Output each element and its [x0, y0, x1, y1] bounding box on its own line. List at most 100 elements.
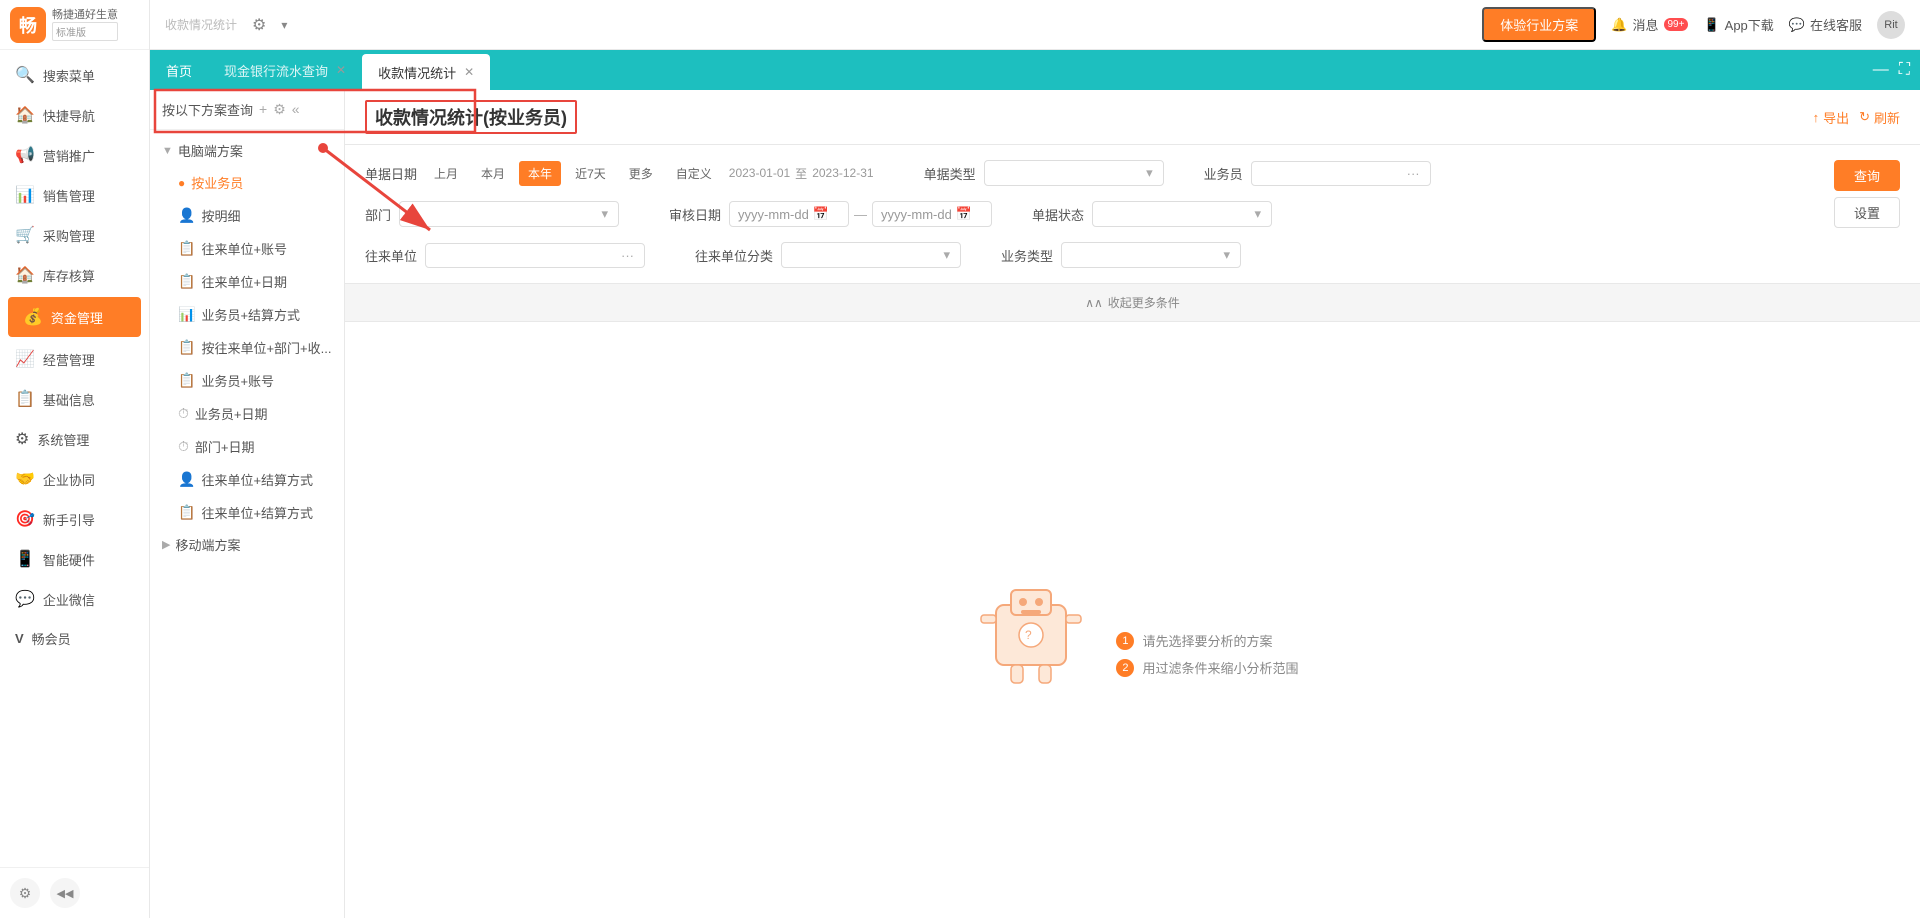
tab-maximize-icon[interactable]: ⛶	[1899, 61, 1910, 79]
partner-category-select[interactable]: ▾	[781, 242, 961, 268]
header-dropdown-icon[interactable]: ▾	[281, 18, 287, 32]
export-button[interactable]: ↑ 导出	[1813, 108, 1850, 127]
scheme-item-by-detail[interactable]: 👤 按明细	[150, 199, 344, 232]
business-type-label: 业务类型	[1001, 246, 1053, 265]
tab-bar-right: — ⛶	[1873, 61, 1920, 79]
tab-receivables-close[interactable]: ✕	[464, 65, 474, 79]
sidebar-item-label: 企业协同	[43, 470, 95, 489]
sidebar-item-enterprise[interactable]: 🤝 企业协同	[0, 459, 149, 499]
operations-icon: 📈	[15, 349, 35, 369]
export-icon: ↑	[1813, 110, 1820, 125]
scheme-item-salesperson-date[interactable]: ⏱ 业务员+日期	[150, 397, 344, 430]
sidebar-item-inventory[interactable]: 🏠 库存核算	[0, 255, 149, 295]
empty-hint-1: 1 请先选择要分析的方案	[1116, 631, 1298, 650]
scheme-group-mobile-header[interactable]: ▶ 移动端方案	[150, 529, 344, 560]
filter-row-1: 单据日期 上月 本月 本年 近7天 更多 自定义	[365, 160, 1819, 186]
logo-icon: 畅	[10, 7, 46, 43]
scheme-item-icon: 📊	[178, 306, 195, 323]
tab-receivables-label: 收款情况统计	[378, 63, 456, 82]
approval-date-end-input[interactable]: yyyy-mm-dd 📅	[872, 201, 992, 227]
filter-settings-button[interactable]: 设置	[1834, 197, 1900, 228]
scheme-item-unit-settlement2[interactable]: 📋 往来单位+结算方式	[150, 496, 344, 529]
scheme-item-label: 按明细	[201, 206, 240, 225]
user-avatar[interactable]: Rit	[1877, 11, 1905, 39]
scheme-settings-icon[interactable]: ⚙	[273, 101, 286, 118]
refresh-button[interactable]: ↻ 刷新	[1859, 108, 1900, 127]
scheme-item-salesperson-settlement[interactable]: 📊 业务员+结算方式	[150, 298, 344, 331]
scheme-item-icon: ⏱	[178, 405, 189, 422]
scheme-item-dept-date[interactable]: ⏱ 部门+日期	[150, 430, 344, 463]
this-month-button[interactable]: 本月	[472, 161, 514, 186]
scheme-item-unit-settlement1[interactable]: 👤 往来单位+结算方式	[150, 463, 344, 496]
tab-bank-flow[interactable]: 现金银行流水查询 ✕	[208, 50, 362, 90]
filter-partner-category-item: 往来单位分类 ▾	[695, 242, 961, 268]
date-range: 2023-01-01 至 2023-12-31	[729, 165, 874, 182]
tab-receivables[interactable]: 收款情况统计 ✕	[362, 54, 490, 90]
partner-category-label: 往来单位分类	[695, 246, 773, 265]
sidebar-item-guide[interactable]: 🎯 新手引导	[0, 499, 149, 539]
sidebar-collapse-button[interactable]: ◀◀	[50, 878, 80, 908]
doc-type-select[interactable]: ▾	[984, 160, 1164, 186]
sidebar-item-smart-hardware[interactable]: 📱 智能硬件	[0, 539, 149, 579]
finance-icon: 💰	[23, 307, 43, 327]
approval-date-input-group: yyyy-mm-dd 📅 — yyyy-mm-dd 📅	[729, 201, 992, 227]
sidebar-item-label: 基础信息	[43, 390, 95, 409]
app-download-button[interactable]: 📱 App下载	[1703, 15, 1773, 34]
custom-date-button[interactable]: 自定义	[667, 161, 721, 186]
last-7days-button[interactable]: 近7天	[566, 161, 615, 186]
sidebar-item-wechat[interactable]: 💬 企业微信	[0, 579, 149, 619]
sidebar-item-sales[interactable]: 📊 销售管理	[0, 175, 149, 215]
sidebar-item-search-menu[interactable]: 🔍 搜索菜单	[0, 55, 149, 95]
page-title: 收款情况统计(按业务员)	[365, 100, 577, 134]
filter-partner-item: 往来单位 ···	[365, 243, 645, 268]
scheme-item-by-salesperson[interactable]: ● 按业务员	[150, 166, 344, 199]
approval-date-start-input[interactable]: yyyy-mm-dd 📅	[729, 201, 849, 227]
collapse-bar[interactable]: ∧∧ 收起更多条件	[345, 284, 1920, 322]
group-arrow-icon: ▼	[162, 145, 173, 157]
sidebar-item-basic-info[interactable]: 📋 基础信息	[0, 379, 149, 419]
query-button[interactable]: 查询	[1834, 160, 1900, 191]
scheme-item-unit-date[interactable]: 📋 往来单位+日期	[150, 265, 344, 298]
tab-bank-flow-close[interactable]: ✕	[336, 63, 346, 77]
header-left: 收款情况统计 ⚙ ▾	[165, 15, 287, 35]
notification-button[interactable]: 🔔 消息 99+	[1611, 15, 1688, 34]
sidebar-item-label: 库存核算	[43, 266, 95, 285]
logo-tag: 标准版	[52, 22, 118, 41]
sidebar-item-quick-nav[interactable]: 🏠 快捷导航	[0, 95, 149, 135]
scheme-item-icon: 📋	[178, 339, 195, 356]
partner-select[interactable]: ···	[425, 243, 645, 268]
sidebar-item-system[interactable]: ⚙ 系统管理	[0, 419, 149, 459]
scheme-item-icon: 📋	[178, 273, 195, 290]
sidebar-item-finance[interactable]: 💰 资金管理	[8, 297, 141, 337]
doc-status-select[interactable]: ▾	[1092, 201, 1272, 227]
scheme-group-desktop-header[interactable]: ▼ 电脑端方案	[150, 135, 344, 166]
salesperson-select[interactable]: ···	[1251, 161, 1431, 186]
this-year-button[interactable]: 本年	[519, 161, 561, 186]
scheme-item-salesperson-account[interactable]: 📋 业务员+账号	[150, 364, 344, 397]
business-type-select[interactable]: ▾	[1061, 242, 1241, 268]
add-scheme-icon[interactable]: +	[259, 101, 267, 118]
tab-minimize-icon[interactable]: —	[1873, 61, 1889, 79]
scheme-item-label: 往来单位+结算方式	[201, 503, 313, 522]
doc-type-label: 单据类型	[924, 164, 976, 183]
sidebar-settings-button[interactable]: ⚙	[10, 878, 40, 908]
last-month-button[interactable]: 上月	[425, 161, 467, 186]
tab-home[interactable]: 首页	[150, 50, 208, 90]
online-support-button[interactable]: 💬 在线客服	[1789, 15, 1862, 34]
sidebar-item-purchase[interactable]: 🛒 采购管理	[0, 215, 149, 255]
more-date-button[interactable]: 更多	[620, 161, 662, 186]
header-settings-icon[interactable]: ⚙	[252, 15, 266, 35]
dept-select[interactable]: ▾	[399, 201, 619, 227]
sidebar-item-member[interactable]: V 畅会员	[0, 619, 149, 658]
sidebar-item-operations[interactable]: 📈 经营管理	[0, 339, 149, 379]
svg-text:?: ?	[1025, 628, 1032, 642]
scheme-item-unit-dept-collection[interactable]: 📋 按往来单位+部门+收...	[150, 331, 344, 364]
scheme-item-unit-account[interactable]: 📋 往来单位+账号	[150, 232, 344, 265]
trial-button[interactable]: 体验行业方案	[1482, 7, 1596, 42]
notification-icon: 🔔	[1611, 17, 1627, 33]
empty-hints: 1 请先选择要分析的方案 2 用过滤条件来缩小分析范围	[1116, 631, 1298, 685]
member-icon: V	[15, 631, 24, 646]
collapse-panel-icon[interactable]: «	[292, 101, 300, 118]
sidebar-item-marketing[interactable]: 📢 营销推广	[0, 135, 149, 175]
hint-num-2: 2	[1116, 659, 1134, 677]
